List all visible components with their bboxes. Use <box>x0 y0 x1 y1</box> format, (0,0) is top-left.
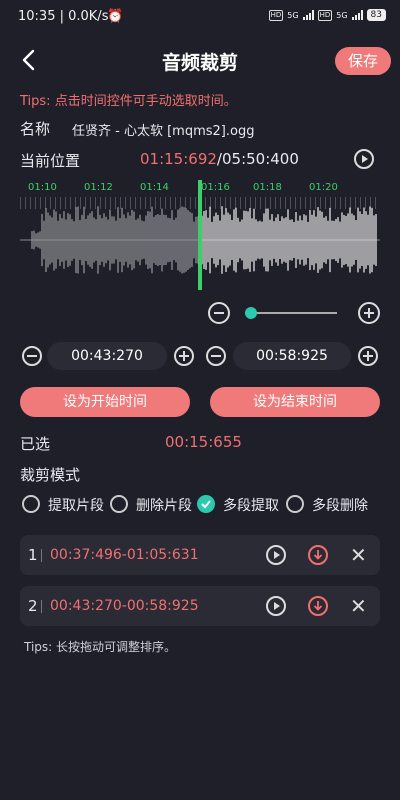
radio-extract[interactable] <box>22 495 40 513</box>
hd-badge-2: HD <box>317 9 333 21</box>
status-time: 10:35 | 0.0K/s <box>18 9 109 24</box>
segment-divider <box>41 549 42 562</box>
alarm-icon: ⏰ <box>107 9 124 24</box>
waveform[interactable] <box>20 180 380 290</box>
name-label: 名称 <box>20 120 51 138</box>
reorder-tips: Tips: 长按拖动可调整排序。 <box>24 640 177 654</box>
segment-row[interactable]: 1 00:37:496-01:05:631 ✕ <box>20 535 380 575</box>
tips-text: Tips: 点击时间控件可手动选取时间。 <box>20 94 237 109</box>
segment-index: 2 <box>28 597 38 615</box>
segment-row[interactable]: 2 00:43:270-00:58:925 ✕ <box>20 586 380 626</box>
hd-badge: HD <box>268 9 284 21</box>
segment-play-icon[interactable] <box>266 596 286 616</box>
segment-range: 00:43:270-00:58:925 <box>50 598 199 614</box>
signal-icon-2 <box>351 10 363 20</box>
battery-icon: 83 <box>366 9 386 21</box>
start-increment-icon[interactable] <box>174 346 194 366</box>
zoom-in-icon[interactable] <box>358 302 380 324</box>
segment-delete-icon[interactable]: ✕ <box>350 543 367 567</box>
play-icon[interactable] <box>354 149 374 169</box>
status-right: HD 5G HD 5G 83 <box>268 9 386 21</box>
mode-label: 裁剪模式 <box>20 466 81 484</box>
radio-delete-label[interactable]: 删除片段 <box>136 495 192 515</box>
radio-multi-extract-label[interactable]: 多段提取 <box>223 495 279 515</box>
segment-divider <box>41 600 42 613</box>
status-bar: 10:35 | 0.0K/s ⏰ HD 5G HD 5G 83 <box>0 0 400 36</box>
waveform-svg[interactable] <box>20 180 380 290</box>
segment-range: 00:37:496-01:05:631 <box>50 547 199 563</box>
set-end-button[interactable]: 设为结束时间 <box>210 387 380 417</box>
segment-index: 1 <box>28 546 38 564</box>
radio-multi-extract[interactable] <box>197 495 215 513</box>
zoom-slider-handle[interactable] <box>245 307 257 319</box>
radio-delete[interactable] <box>110 495 128 513</box>
end-decrement-icon[interactable] <box>206 346 226 366</box>
file-name: 任贤齐 - 心太软 [mqms2].ogg <box>72 124 255 139</box>
radio-multi-delete-label[interactable]: 多段删除 <box>312 495 368 515</box>
zoom-out-icon[interactable] <box>208 302 230 324</box>
selected-duration: 00:15:655 <box>165 433 242 451</box>
position-label: 当前位置 <box>20 152 81 170</box>
zoom-slider-track[interactable] <box>250 312 337 314</box>
start-time-field[interactable]: 00:43:270 <box>47 342 167 370</box>
save-button[interactable]: 保存 <box>335 47 391 75</box>
radio-multi-delete[interactable] <box>286 495 304 513</box>
network-5g-label-2: 5G <box>336 10 348 20</box>
selected-label: 已选 <box>20 435 51 453</box>
network-5g-label: 5G <box>287 10 299 20</box>
end-increment-icon[interactable] <box>358 346 378 366</box>
total-duration: 05:50:400 <box>221 150 299 168</box>
end-time-field[interactable]: 00:58:925 <box>233 342 351 370</box>
signal-icon <box>302 10 314 20</box>
segment-delete-icon[interactable]: ✕ <box>350 594 367 618</box>
check-icon <box>201 500 211 509</box>
position-readout: 01:15:692/05:50:400 <box>140 150 299 168</box>
current-position: 01:15:692 <box>140 150 217 168</box>
segment-play-icon[interactable] <box>266 545 286 565</box>
radio-extract-label[interactable]: 提取片段 <box>48 495 104 515</box>
start-decrement-icon[interactable] <box>22 346 42 366</box>
set-start-button[interactable]: 设为开始时间 <box>20 387 190 417</box>
segment-download-icon[interactable] <box>308 596 328 616</box>
segment-download-icon[interactable] <box>308 545 328 565</box>
